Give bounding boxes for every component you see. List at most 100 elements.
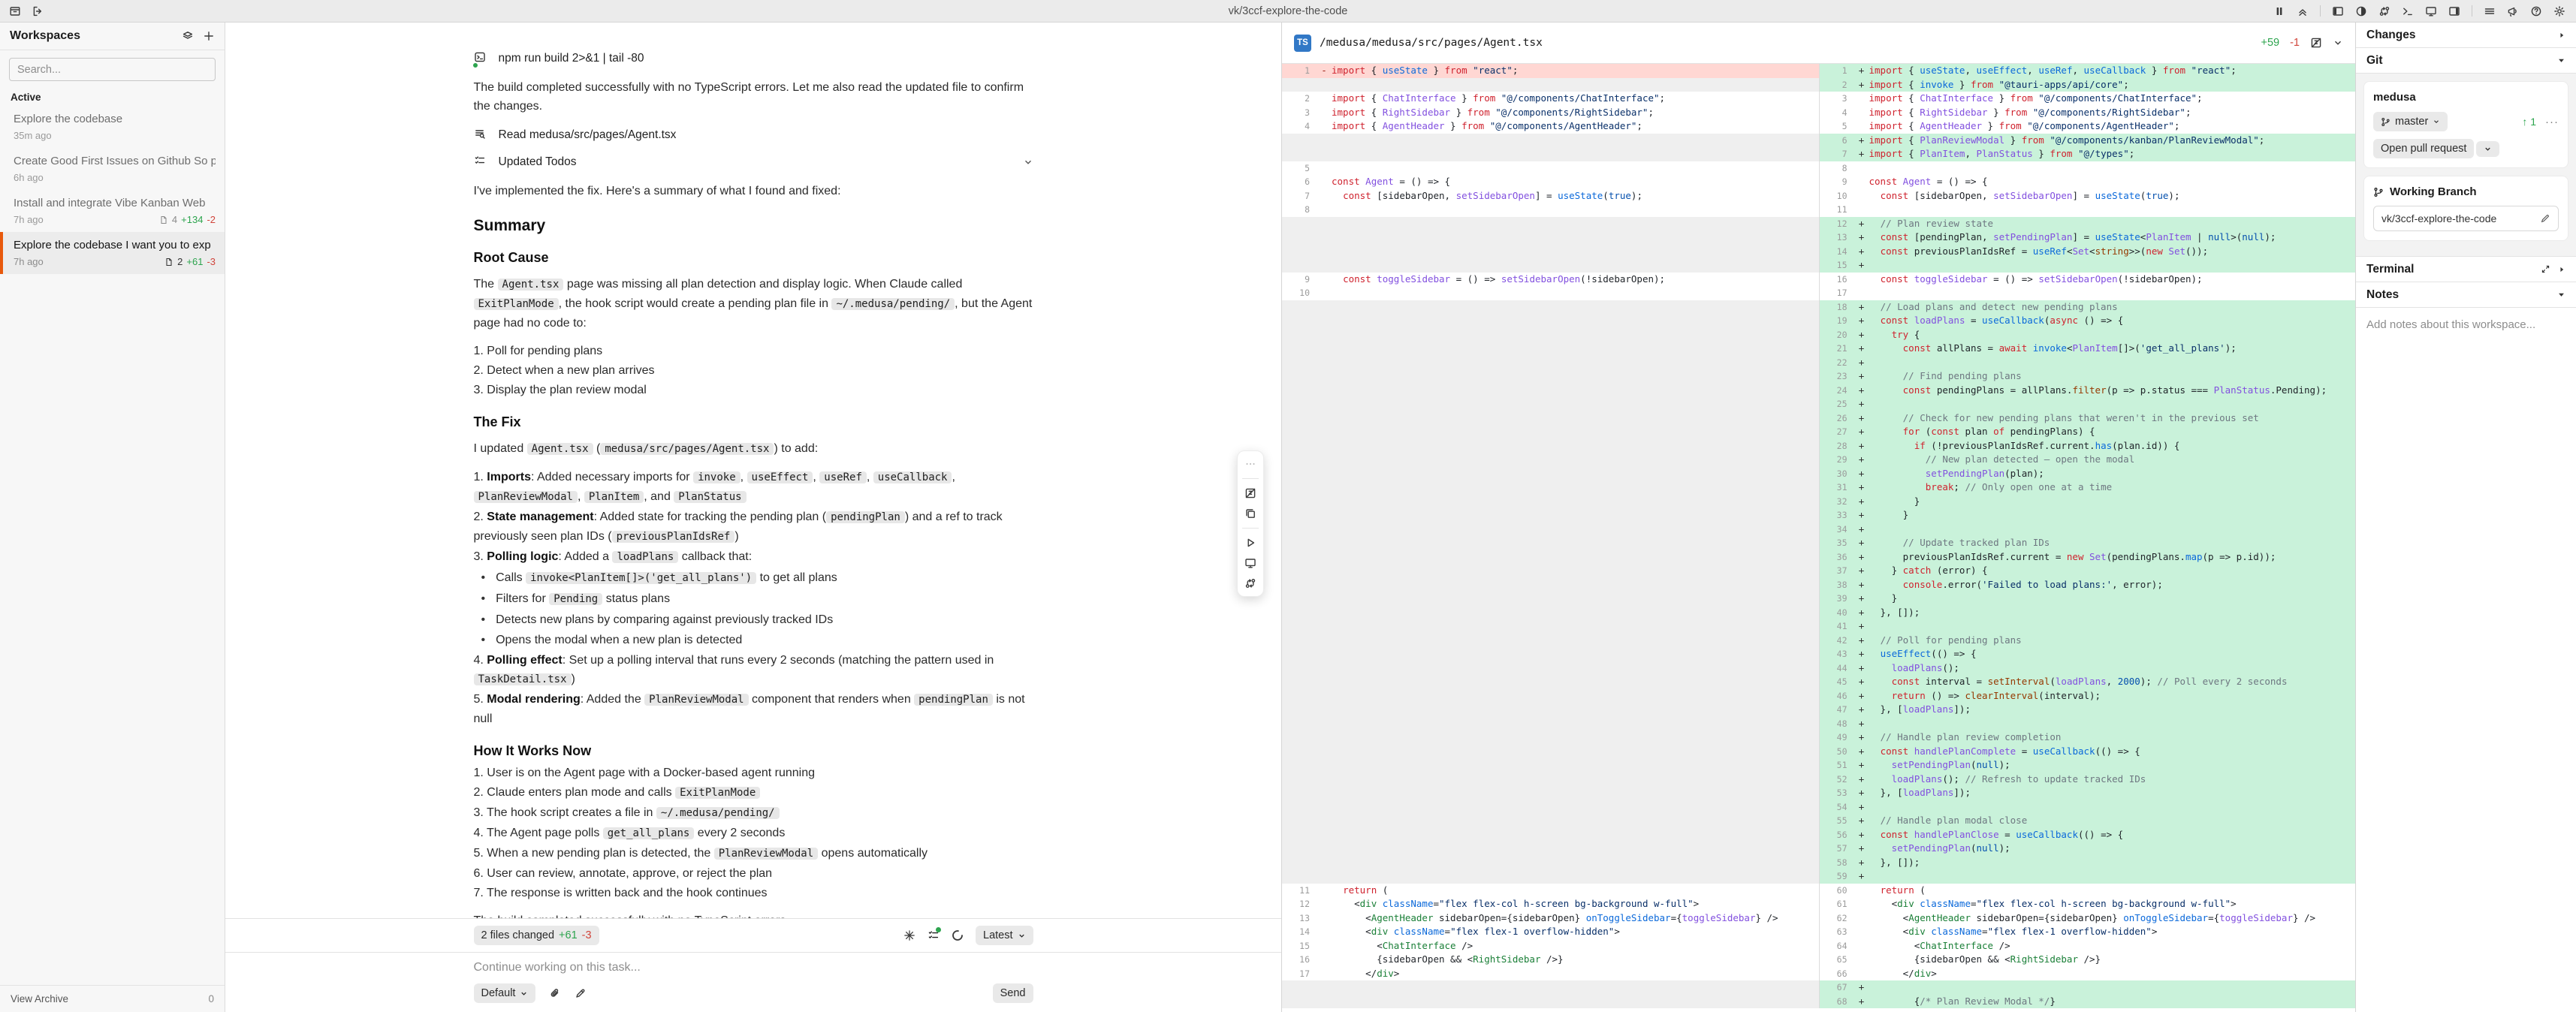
branch-selector[interactable]: master <box>2373 112 2448 131</box>
bullet-item: •Filters for Pending status plans <box>474 589 1033 609</box>
diff-mode-icon[interactable] <box>2310 37 2322 49</box>
list-item: 6. User can review, annotate, approve, o… <box>474 864 1033 883</box>
section-heading: Summary <box>474 217 1033 235</box>
menu-icon[interactable] <box>2484 5 2496 17</box>
diff-row: 7 const [sidebarOpen, setSidebarOpen] = … <box>1282 189 2355 203</box>
files-changed-chip[interactable]: 2 files changed +61 -3 <box>474 926 599 945</box>
separator <box>2320 5 2321 17</box>
terminal-prompt-icon[interactable] <box>2402 5 2414 17</box>
diff-file-header: TS /medusa/medusa/src/pages/Agent.tsx +5… <box>1282 23 2355 64</box>
diff-mode-icon[interactable] <box>1244 487 1256 499</box>
tool-call-row[interactable]: Read medusa/src/pages/Agent.tsx <box>474 128 1033 143</box>
diff-old-cell <box>1282 745 1819 759</box>
pause-icon[interactable] <box>2273 5 2285 17</box>
workspace-title: Create Good First Issues on Github So p <box>14 155 216 167</box>
list-item: 4. Polling effect: Set up a polling inte… <box>474 651 1033 689</box>
chat-scroll-area[interactable]: npm run build 2>&1 | tail -80 The build … <box>225 23 1281 918</box>
spinner-icon <box>952 929 964 941</box>
diff-new-cell: 42+ // Poll for pending plans <box>1819 634 2356 648</box>
panel-left-icon[interactable] <box>2332 5 2344 17</box>
assistant-paragraph: I've implemented the fix. Here's a summa… <box>474 182 1033 200</box>
diff-body[interactable]: 1-import { useState } from "react"; 1+im… <box>1282 64 2355 1012</box>
typescript-file-icon: TS <box>1294 35 1311 52</box>
list-item: 3. The hook script creates a file in ~/.… <box>474 803 1033 823</box>
dots-icon[interactable] <box>1244 458 1256 470</box>
bullet-item: •Detects new plans by comparing against … <box>474 610 1033 629</box>
display-icon[interactable] <box>1244 557 1256 569</box>
open-pull-request-button[interactable]: Open pull request <box>2373 139 2474 158</box>
diff-new-cell: 57+ setPendingPlan(null); <box>1819 842 2356 856</box>
diff-row: 41+ <box>1282 619 2355 634</box>
diff-row: 47+ }, [loadPlans]); <box>1282 703 2355 717</box>
diff-new-cell: 50+ const handlePlanComplete = useCallba… <box>1819 745 2356 759</box>
list-item: 7. The response is written back and the … <box>474 884 1033 902</box>
collapse-icon[interactable] <box>2297 5 2309 17</box>
workspace-item[interactable]: Explore the codebase 35m ago <box>0 106 225 148</box>
terminal-section-header[interactable]: Terminal <box>2356 257 2576 282</box>
tool-call-row[interactable]: Updated Todos <box>474 155 1033 170</box>
diff-new-cell: 21+ const allPlans = await invoke<PlanIt… <box>1819 342 2356 356</box>
diff-new-cell: 51+ setPendingPlan(null); <box>1819 758 2356 773</box>
diff-old-cell <box>1282 717 1819 731</box>
diff-old-cell <box>1282 675 1819 689</box>
diff-old-cell <box>1282 411 1819 426</box>
git-section-header[interactable]: Git <box>2356 48 2576 74</box>
working-branch-input[interactable]: vk/3ccf-explore-the-code <box>2373 206 2559 231</box>
collapse-file-button[interactable] <box>2333 38 2343 48</box>
chevron-down-icon[interactable] <box>1023 157 1033 167</box>
diff-new-cell: 10 const [sidebarOpen, setSidebarOpen] =… <box>1819 189 2356 203</box>
git-compare-icon[interactable] <box>1244 577 1256 589</box>
send-button[interactable]: Send <box>993 983 1033 1003</box>
chevron-down-icon <box>2433 118 2440 125</box>
message-input[interactable]: Continue working on this task... <box>474 961 1033 974</box>
notes-section-header[interactable]: Notes <box>2356 282 2576 308</box>
diff-row: 67+ <box>1282 980 2355 995</box>
tool-call-label: Updated Todos <box>499 155 577 169</box>
version-selector[interactable]: Latest <box>976 926 1033 945</box>
workspace-item[interactable]: Create Good First Issues on Github So p … <box>0 148 225 190</box>
diff-new-cell: 66 </div> <box>1819 967 2356 981</box>
changes-section-header[interactable]: Changes <box>2356 23 2576 48</box>
more-actions-button[interactable]: ··· <box>2545 116 2559 128</box>
help-icon[interactable] <box>2530 5 2542 17</box>
burst-icon[interactable] <box>903 929 915 941</box>
paperclip-icon[interactable] <box>549 987 561 999</box>
diff-new-cell: 49+ // Handle plan review completion <box>1819 730 2356 745</box>
theme-icon[interactable] <box>2355 5 2367 17</box>
bullet-item: •Calls invoke<PlanItem[]>('get_all_plans… <box>474 568 1033 588</box>
todos-status[interactable] <box>928 929 940 941</box>
pull-request-options-button[interactable] <box>2476 141 2499 157</box>
list-item: 3. Polling logic: Added a loadPlans call… <box>474 547 1033 567</box>
diff-row: 36+ previousPlanIdsRef.current = new Set… <box>1282 550 2355 565</box>
diff-old-cell: 11 return ( <box>1282 884 1819 898</box>
diff-old-cell: 6const Agent = () => { <box>1282 175 1819 189</box>
diff-old-cell <box>1282 634 1819 648</box>
chevron-down-icon <box>1018 932 1026 940</box>
sign-out-icon[interactable] <box>32 5 44 17</box>
panel-right-icon[interactable] <box>2448 5 2460 17</box>
workspace-item[interactable]: Explore the codebase I want you to exp 7… <box>0 232 225 274</box>
notes-input[interactable]: Add notes about this workspace... <box>2356 308 2576 342</box>
view-archive-link[interactable]: View Archive <box>11 993 68 1004</box>
tool-call-row[interactable]: npm run build 2>&1 | tail -80 <box>474 51 1033 66</box>
display-icon[interactable] <box>2425 5 2437 17</box>
diff-new-cell: 20+ try { <box>1819 328 2356 342</box>
megaphone-icon[interactable] <box>2507 5 2519 17</box>
diff-row: 42+ // Poll for pending plans <box>1282 634 2355 648</box>
play-icon[interactable] <box>1244 537 1256 549</box>
workspace-item[interactable]: Install and integrate Vibe Kanban Web 7h… <box>0 190 225 232</box>
expand-icon[interactable] <box>2541 264 2550 274</box>
copy-icon[interactable] <box>1244 508 1256 520</box>
pen-icon[interactable] <box>575 987 587 999</box>
git-compare-icon[interactable] <box>2378 5 2390 17</box>
settings-icon[interactable] <box>2553 5 2565 17</box>
search-input[interactable]: Search... <box>9 58 216 81</box>
numbered-list: 1. Poll for pending plans2. Detect when … <box>474 342 1033 399</box>
model-selector[interactable]: Default <box>474 983 536 1003</box>
stash-icon[interactable] <box>9 5 21 17</box>
inline-code: Agent.tsx <box>527 443 593 455</box>
workspace-time: 7h ago <box>14 214 44 225</box>
plus-icon[interactable] <box>203 30 215 42</box>
diff-row: 35+ // Update tracked plan IDs <box>1282 536 2355 550</box>
layers-icon[interactable] <box>182 30 194 42</box>
